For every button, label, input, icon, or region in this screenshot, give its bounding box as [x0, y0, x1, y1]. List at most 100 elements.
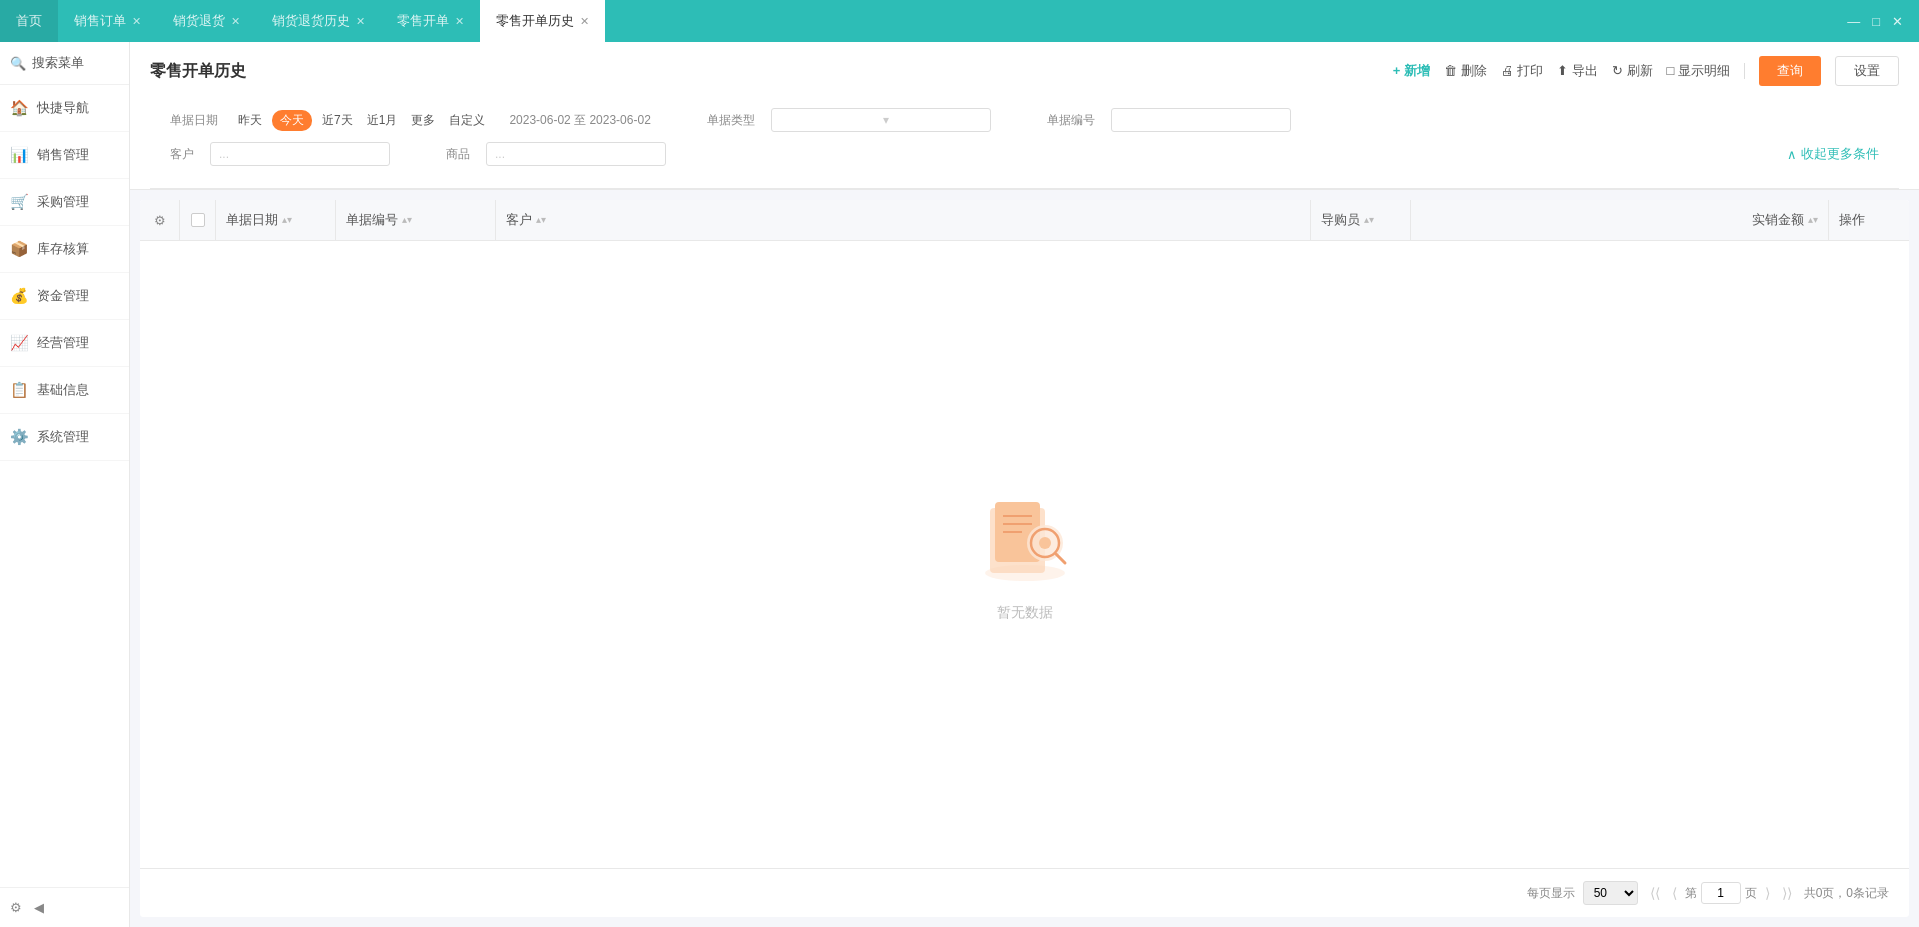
- money-icon: 💰: [10, 287, 29, 305]
- sidebar-item-inventory[interactable]: 📦 库存核算: [0, 226, 129, 273]
- doc-num-input[interactable]: [1111, 108, 1291, 132]
- collapse-label: 收起更多条件: [1801, 145, 1879, 163]
- delete-button[interactable]: 🗑 删除: [1444, 62, 1487, 80]
- date-last7[interactable]: 近7天: [318, 110, 357, 131]
- date-custom[interactable]: 自定义: [445, 110, 489, 131]
- tab-sales-order[interactable]: 销售订单 ✕: [58, 0, 157, 42]
- sidebar: 🔍 搜索菜单 🏠 快捷导航 📊 销售管理 🛒 采购管理 📦 库存核算 💰 资金管…: [0, 42, 130, 927]
- prev-page-btn[interactable]: ⟨: [1668, 883, 1681, 903]
- date-options: 昨天 今天 近7天 近1月 更多 自定义: [234, 110, 489, 131]
- tab-retail-open-history-close[interactable]: ✕: [580, 15, 589, 28]
- first-page-btn[interactable]: ⟨⟨: [1646, 883, 1664, 903]
- export-button[interactable]: ⬆ 导出: [1557, 62, 1598, 80]
- date-more[interactable]: 更多: [407, 110, 439, 131]
- date-today[interactable]: 今天: [272, 110, 312, 131]
- th-amount-label: 实销金额: [1752, 211, 1804, 229]
- print-button[interactable]: 🖨 打印: [1501, 62, 1544, 80]
- th-date-label: 单据日期: [226, 211, 278, 229]
- column-settings-btn[interactable]: ⚙: [140, 200, 180, 240]
- sidebar-item-operations-label: 经营管理: [37, 334, 89, 352]
- sidebar-item-purchase-mgmt[interactable]: 🛒 采购管理: [0, 179, 129, 226]
- empty-illustration: [965, 488, 1085, 588]
- th-num-label: 单据编号: [346, 211, 398, 229]
- close-btn[interactable]: ✕: [1892, 14, 1903, 29]
- page-header: 零售开单历史 + 新增 🗑 删除 🖨 打印 ⬆ 导出 ↻ 刷新 □ 显示明细 查…: [130, 42, 1919, 190]
- customer-filter-label: 客户: [170, 146, 194, 163]
- date-filter-label: 单据日期: [170, 112, 218, 129]
- th-salesperson[interactable]: 导购员 ▴▾: [1311, 200, 1411, 240]
- toolbar: + 新增 🗑 删除 🖨 打印 ⬆ 导出 ↻ 刷新 □ 显示明细 查询 设置: [1393, 56, 1899, 86]
- tab-sales-return[interactable]: 销货退货 ✕: [157, 0, 256, 42]
- tab-sales-return-history-close[interactable]: ✕: [356, 15, 365, 28]
- collapse-arrow-icon: ∧: [1787, 147, 1797, 162]
- goods-select[interactable]: ...: [486, 142, 666, 166]
- th-customer[interactable]: 客户 ▴▾: [496, 200, 1311, 240]
- collapse-icon[interactable]: ◀: [34, 900, 44, 915]
- minimize-btn[interactable]: —: [1847, 14, 1860, 29]
- setting-button[interactable]: 设置: [1835, 56, 1899, 86]
- window-controls: — □ ✕: [1847, 0, 1919, 42]
- sidebar-bottom: ⚙ ◀: [0, 887, 129, 927]
- sidebar-item-basic-info-label: 基础信息: [37, 381, 89, 399]
- sidebar-item-system[interactable]: ⚙️ 系统管理: [0, 414, 129, 461]
- checkbox-all[interactable]: [191, 213, 205, 227]
- tab-sales-return-close[interactable]: ✕: [231, 15, 240, 28]
- refresh-button[interactable]: ↻ 刷新: [1612, 62, 1653, 80]
- date-last1m[interactable]: 近1月: [363, 110, 402, 131]
- sidebar-item-operations[interactable]: 📈 经营管理: [0, 320, 129, 367]
- empty-text: 暂无数据: [997, 604, 1053, 622]
- sidebar-item-basic-info[interactable]: 📋 基础信息: [0, 367, 129, 414]
- th-salesperson-label: 导购员: [1321, 211, 1360, 229]
- select-all-checkbox[interactable]: [180, 200, 216, 240]
- sidebar-search[interactable]: 🔍 搜索菜单: [0, 42, 129, 85]
- page-label: 第: [1685, 885, 1697, 902]
- page-title: 零售开单历史: [150, 61, 246, 82]
- tab-sales-return-history[interactable]: 销货退货历史 ✕: [256, 0, 381, 42]
- display-detail-button[interactable]: □ 显示明细: [1667, 62, 1730, 80]
- customer-select[interactable]: ...: [210, 142, 390, 166]
- document-icon: 📋: [10, 381, 29, 399]
- page-title-row: 零售开单历史 + 新增 🗑 删除 🖨 打印 ⬆ 导出 ↻ 刷新 □ 显示明细 查…: [150, 56, 1899, 86]
- filter-area: 单据日期 昨天 今天 近7天 近1月 更多 自定义 2023-06-02 至 2…: [150, 96, 1899, 189]
- tab-retail-open-close[interactable]: ✕: [455, 15, 464, 28]
- sort-salesperson-icon: ▴▾: [1364, 215, 1374, 225]
- tab-home[interactable]: 首页: [0, 0, 58, 42]
- sort-num-icon: ▴▾: [402, 215, 412, 225]
- maximize-btn[interactable]: □: [1872, 14, 1880, 29]
- th-num[interactable]: 单据编号 ▴▾: [336, 200, 496, 240]
- collapse-filter-btn[interactable]: ∧ 收起更多条件: [1787, 145, 1879, 163]
- th-customer-label: 客户: [506, 211, 532, 229]
- sidebar-item-quick-nav[interactable]: 🏠 快捷导航: [0, 85, 129, 132]
- th-action-label: 操作: [1839, 211, 1865, 229]
- th-amount[interactable]: 实销金额 ▴▾: [1411, 200, 1829, 240]
- date-range-display: 2023-06-02 至 2023-06-02: [509, 112, 650, 129]
- sidebar-item-quick-nav-label: 快捷导航: [37, 99, 89, 117]
- th-date[interactable]: 单据日期 ▴▾: [216, 200, 336, 240]
- tab-sales-order-close[interactable]: ✕: [132, 15, 141, 28]
- date-yesterday[interactable]: 昨天: [234, 110, 266, 131]
- doc-type-select[interactable]: ▾: [771, 108, 991, 132]
- per-page-select[interactable]: 50 10 20 100: [1583, 881, 1638, 905]
- toolbar-divider: [1744, 63, 1745, 79]
- pagination: 每页显示 50 10 20 100 ⟨⟨ ⟨ 第 页 ⟩ ⟩⟩ 共0页，0条记录: [140, 868, 1909, 917]
- page-input[interactable]: [1701, 882, 1741, 904]
- new-button[interactable]: + 新增: [1393, 62, 1430, 80]
- sidebar-item-finance[interactable]: 💰 资金管理: [0, 273, 129, 320]
- next-page-btn[interactable]: ⟩: [1761, 883, 1774, 903]
- search-icon: 🔍: [10, 56, 26, 71]
- gear-icon: ⚙️: [10, 428, 29, 446]
- last-page-btn[interactable]: ⟩⟩: [1778, 883, 1796, 903]
- pagination-nav: ⟨⟨ ⟨ 第 页 ⟩ ⟩⟩: [1646, 882, 1796, 904]
- query-button[interactable]: 查询: [1759, 56, 1821, 86]
- filter-row-2: 客户 ... 商品 ... ∧ 收起更多条件: [170, 142, 1879, 166]
- sidebar-item-sales-mgmt[interactable]: 📊 销售管理: [0, 132, 129, 179]
- content-area: 零售开单历史 + 新增 🗑 删除 🖨 打印 ⬆ 导出 ↻ 刷新 □ 显示明细 查…: [130, 42, 1919, 927]
- tab-sales-return-label: 销货退货: [173, 12, 225, 30]
- tab-retail-open-label: 零售开单: [397, 12, 449, 30]
- trending-icon: 📈: [10, 334, 29, 352]
- tab-retail-open[interactable]: 零售开单 ✕: [381, 0, 480, 42]
- filter-row-1: 单据日期 昨天 今天 近7天 近1月 更多 自定义 2023-06-02 至 2…: [170, 108, 1879, 132]
- sidebar-item-purchase-mgmt-label: 采购管理: [37, 193, 89, 211]
- settings-icon[interactable]: ⚙: [10, 900, 22, 915]
- tab-retail-open-history[interactable]: 零售开单历史 ✕: [480, 0, 605, 42]
